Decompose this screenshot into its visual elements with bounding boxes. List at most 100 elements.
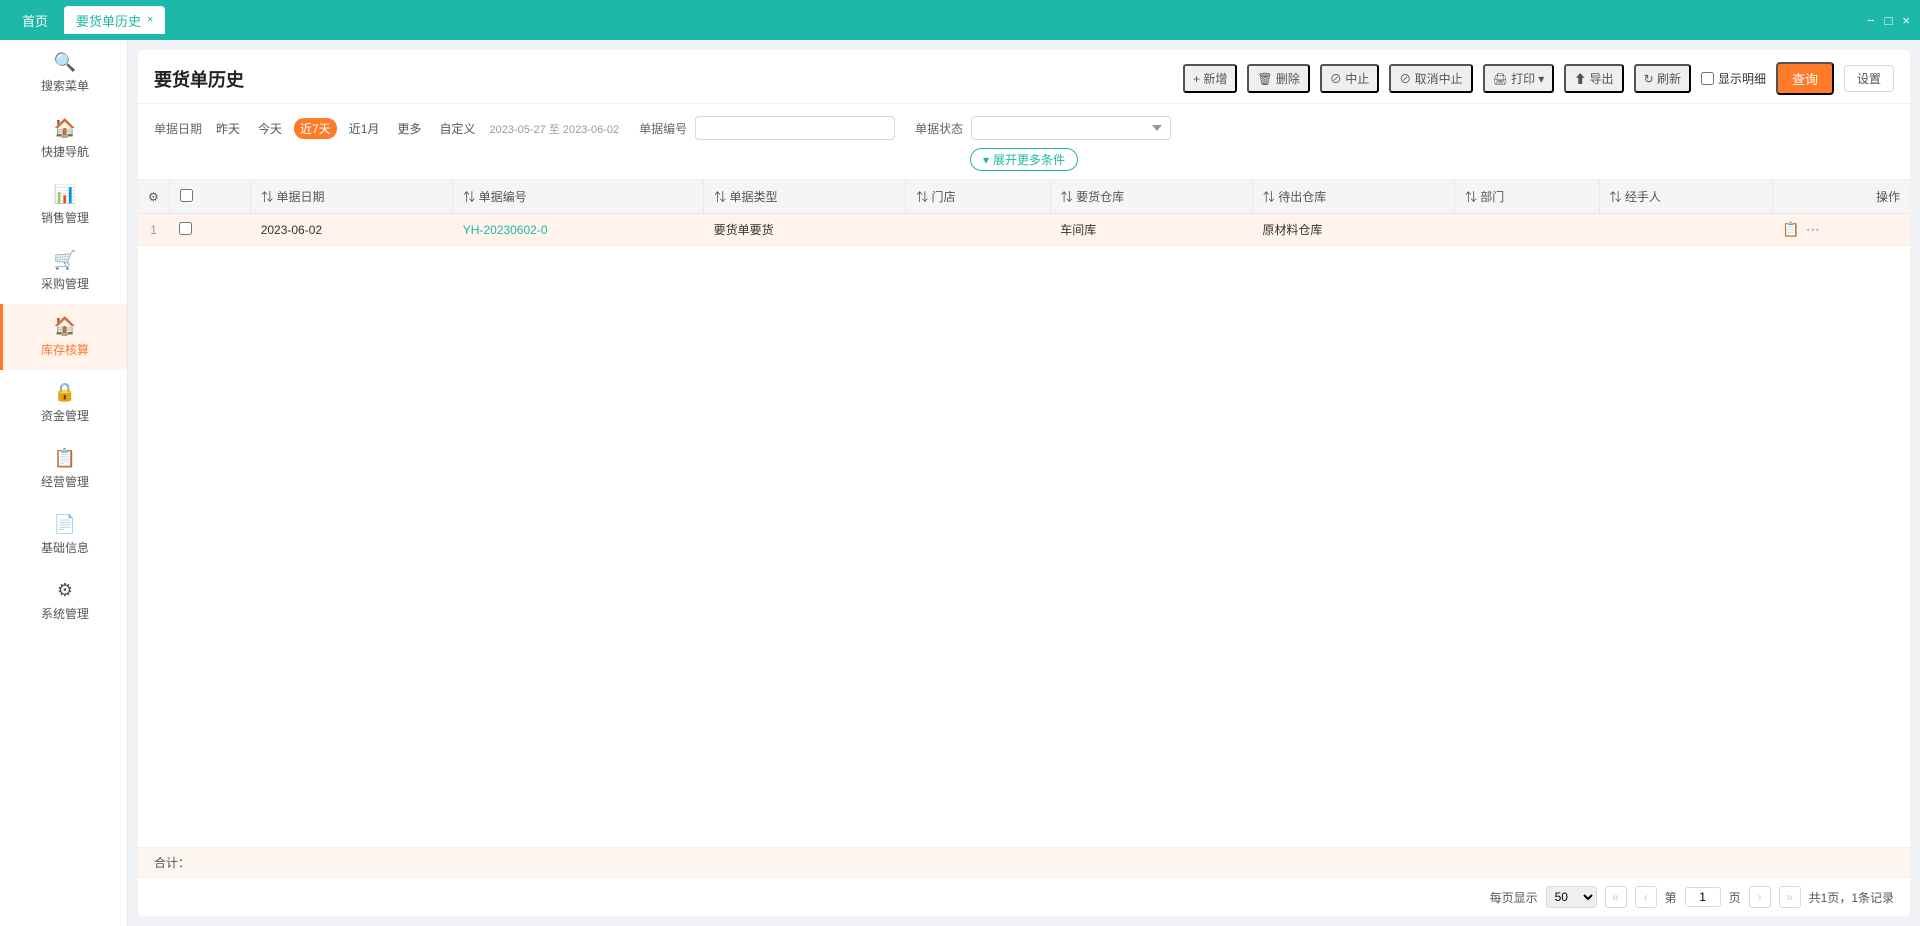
row-checkbox-cell (169, 214, 250, 246)
row-more-icon[interactable]: ⋯ (1806, 221, 1820, 238)
row-view-icon[interactable]: 📋 (1782, 221, 1799, 238)
shortcut-yesterday[interactable]: 昨天 (210, 118, 246, 139)
sidebar-label-basic: 基础信息 (41, 539, 89, 556)
shortcut-more[interactable]: 更多 (391, 118, 427, 139)
sort-type-icon[interactable]: ⇅ (714, 190, 726, 204)
status-filter-group: 单据状态 (915, 116, 1171, 140)
col-type: ⇅ 单据类型 (704, 180, 906, 214)
query-button[interactable]: 查询 (1776, 62, 1834, 95)
next-page-btn[interactable]: › (1749, 886, 1771, 908)
delete-button[interactable]: 🗑 删除 (1247, 64, 1310, 93)
expand-down-icon: ▾ (983, 153, 989, 167)
show-detail-checkbox-label[interactable]: 显示明细 (1701, 70, 1766, 87)
col-handler: ⇅ 经手人 (1599, 180, 1772, 214)
sidebar-item-finance[interactable]: 🔒 资金管理 (0, 370, 127, 436)
status-select[interactable] (971, 116, 1171, 140)
prev-page-btn[interactable]: ‹ (1635, 886, 1657, 908)
row-handler (1599, 214, 1772, 246)
settings-button[interactable]: 设置 (1844, 65, 1894, 92)
close-window-btn[interactable]: × (1902, 13, 1910, 28)
cancel-stop-button[interactable]: ⊘ 取消中止 (1389, 64, 1472, 93)
row-date: 2023-06-02 (251, 214, 453, 246)
sort-date-icon[interactable]: ⇅ (261, 190, 273, 204)
sidebar-label-search: 搜索菜单 (41, 77, 89, 94)
row-no: YH-20230602-0 (453, 214, 704, 246)
row-dept (1454, 214, 1599, 246)
sidebar-item-inventory[interactable]: 🏠 库存核算 (0, 304, 127, 370)
total-label: 合计： (154, 856, 190, 870)
tab-active[interactable]: 要货单历史 × (64, 6, 165, 34)
shortcut-custom[interactable]: 自定义 (433, 118, 481, 139)
stop-button[interactable]: ⊘ 中止 (1320, 64, 1379, 93)
search-icon: 🔍 (54, 52, 76, 73)
row-pending-warehouse: 原材料仓库 (1252, 214, 1454, 246)
data-table: ⚙ ⇅ 单据日期 ⇅ 单据编号 ⇅ 单据类型 ⇅ 门店 ⇅ 要货仓库 ⇅ 待出仓… (138, 180, 1910, 246)
table-header-row: ⚙ ⇅ 单据日期 ⇅ 单据编号 ⇅ 单据类型 ⇅ 门店 ⇅ 要货仓库 ⇅ 待出仓… (138, 180, 1910, 214)
table-row: 1 2023-06-02 YH-20230602-0 要货单要货 车间库 原材料… (138, 214, 1910, 246)
select-all-checkbox[interactable] (180, 189, 193, 202)
top-bar: 首页 要货单历史 × − □ × (0, 0, 1920, 40)
order-no-label: 单据编号 (639, 120, 687, 137)
filter-area: 单据日期 昨天 今天 近7天 近1月 更多 自定义 2023-05-27 至 2… (138, 104, 1910, 180)
sort-req-icon[interactable]: ⇅ (1061, 190, 1073, 204)
sidebar-item-operation[interactable]: 📋 经营管理 (0, 436, 127, 502)
sidebar-label-sales: 销售管理 (41, 209, 89, 226)
sort-no-icon[interactable]: ⇅ (463, 190, 475, 204)
first-page-btn[interactable]: « (1605, 886, 1627, 908)
page-header: 要货单历史 + 新增 🗑 删除 ⊘ 中止 ⊘ 取消中止 🖨 (138, 50, 1910, 104)
page-input[interactable] (1685, 887, 1721, 907)
sort-dept-icon[interactable]: ⇅ (1465, 190, 1477, 204)
sidebar-item-system[interactable]: ⚙ 系统管理 (0, 568, 127, 634)
basic-icon: 📄 (54, 514, 76, 535)
table-container: ⚙ ⇅ 单据日期 ⇅ 单据编号 ⇅ 单据类型 ⇅ 门店 ⇅ 要货仓库 ⇅ 待出仓… (138, 180, 1910, 847)
sidebar-item-basic[interactable]: 📄 基础信息 (0, 502, 127, 568)
sidebar-label-purchase: 采购管理 (41, 275, 89, 292)
col-action: 操作 (1772, 180, 1910, 214)
row-actions: 📋 ⋯ (1772, 214, 1910, 246)
page-unit: 页 (1729, 889, 1741, 906)
sidebar-label-quick-nav: 快捷导航 (41, 143, 89, 160)
footer-bar: 合计： (138, 847, 1910, 877)
content-area: 要货单历史 + 新增 🗑 删除 ⊘ 中止 ⊘ 取消中止 🖨 (128, 40, 1920, 926)
maximize-btn[interactable]: □ (1885, 13, 1893, 28)
expand-button[interactable]: ▾ 展开更多条件 (970, 148, 1078, 171)
content-inner: 要货单历史 + 新增 🗑 删除 ⊘ 中止 ⊘ 取消中止 🖨 (138, 50, 1910, 916)
per-page-label: 每页显示 (1490, 889, 1538, 906)
sidebar: 🔍 搜索菜单 🏠 快捷导航 📊 销售管理 🛒 采购管理 🏠 库存核算 🔒 资金管… (0, 40, 128, 926)
close-tab-icon[interactable]: × (147, 14, 153, 26)
refresh-button[interactable]: ↻ 刷新 (1634, 64, 1691, 93)
shortcut-1month[interactable]: 近1月 (343, 118, 386, 139)
per-page-select[interactable]: 10 20 50 100 (1546, 886, 1597, 908)
print-button[interactable]: 🖨 打印 ▾ (1483, 64, 1555, 93)
sort-store-icon[interactable]: ⇅ (916, 190, 928, 204)
sort-pending-icon[interactable]: ⇅ (1263, 190, 1275, 204)
shortcut-today[interactable]: 今天 (252, 118, 288, 139)
row-checkbox[interactable] (179, 222, 192, 235)
last-page-btn[interactable]: » (1779, 886, 1801, 908)
export-button[interactable]: ⬆ 导出 (1564, 64, 1623, 93)
expand-row: ▾ 展开更多条件 (154, 148, 1894, 171)
order-no-input[interactable] (695, 116, 895, 140)
row-no-link[interactable]: YH-20230602-0 (463, 223, 548, 237)
minimize-btn[interactable]: − (1867, 13, 1875, 28)
sidebar-label-operation: 经营管理 (41, 473, 89, 490)
sidebar-label-inventory: 库存核算 (41, 341, 89, 358)
row-req-warehouse: 车间库 (1050, 214, 1252, 246)
show-detail-checkbox[interactable] (1701, 72, 1714, 85)
shortcut-7days[interactable]: 近7天 (294, 118, 337, 139)
sort-handler-icon[interactable]: ⇅ (1610, 190, 1622, 204)
sidebar-item-quick-nav[interactable]: 🏠 快捷导航 (0, 106, 127, 172)
sales-icon: 📊 (54, 184, 76, 205)
col-settings[interactable]: ⚙ (138, 180, 169, 214)
order-no-filter-group: 单据编号 (639, 116, 895, 140)
sidebar-item-sales[interactable]: 📊 销售管理 (0, 172, 127, 238)
row-num: 1 (138, 214, 169, 246)
inventory-icon: 🏠 (54, 316, 76, 337)
purchase-icon: 🛒 (54, 250, 76, 271)
filter-row: 单据日期 昨天 今天 近7天 近1月 更多 自定义 2023-05-27 至 2… (154, 116, 1894, 140)
sidebar-item-purchase[interactable]: 🛒 采购管理 (0, 238, 127, 304)
date-filter-group: 单据日期 昨天 今天 近7天 近1月 更多 自定义 2023-05-27 至 2… (154, 118, 619, 139)
sidebar-item-search[interactable]: 🔍 搜索菜单 (0, 40, 127, 106)
tab-home[interactable]: 首页 (10, 6, 60, 34)
new-button[interactable]: + 新增 (1183, 64, 1237, 93)
